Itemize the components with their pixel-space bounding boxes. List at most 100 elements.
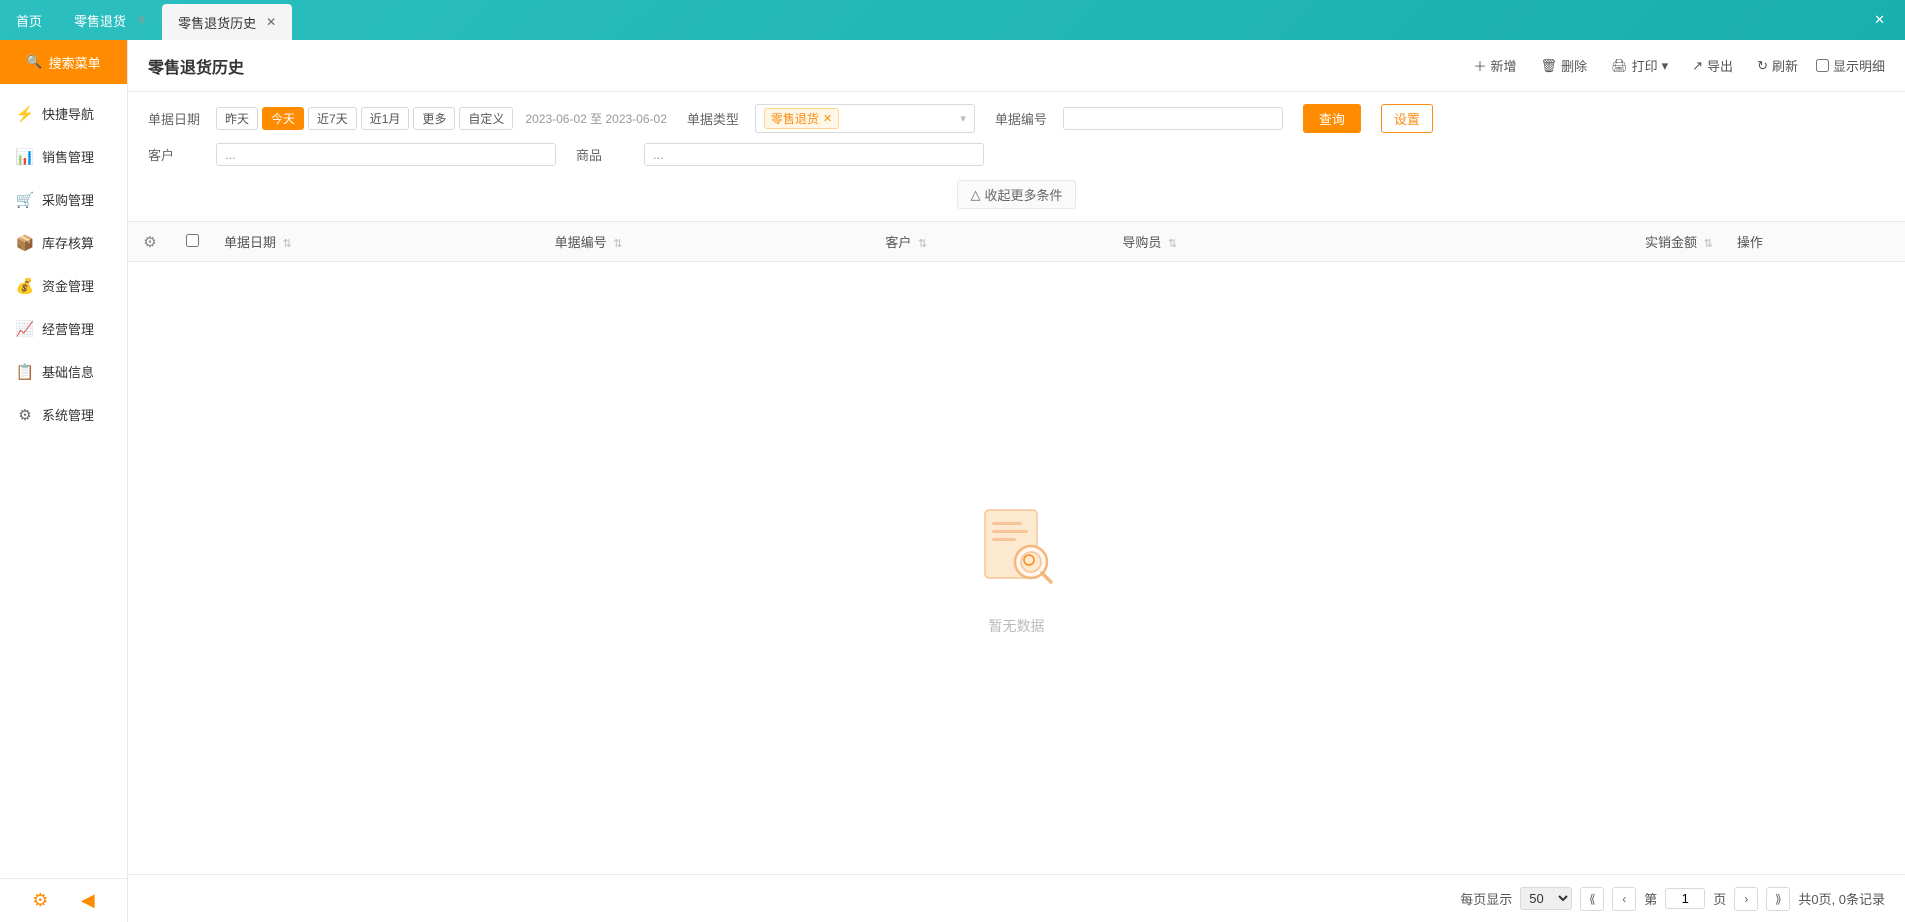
th-settings: ⚙ xyxy=(128,222,172,262)
sidebar: 🔍 搜索菜单 ⚡ 快捷导航 📊 销售管理 🛒 采购管理 📦 库存核算 💰 xyxy=(0,40,128,922)
last-page-btn[interactable]: ⟫ xyxy=(1766,887,1790,911)
date-range-display: 2023-06-02 至 2023-06-02 xyxy=(525,110,666,127)
search-icon: 🔍 xyxy=(26,54,42,70)
sidebar-nav: ⚡ 快捷导航 📊 销售管理 🛒 采购管理 📦 库存核算 💰 资金管理 📈 xyxy=(0,84,127,878)
number-filter-input[interactable] xyxy=(1063,107,1283,130)
sidebar-item-purchase-mgmt[interactable]: 🛒 采购管理 xyxy=(0,178,127,221)
search-menu-btn[interactable]: 🔍 搜索菜单 xyxy=(0,40,127,84)
sidebar-item-quick-nav[interactable]: ⚡ 快捷导航 xyxy=(0,92,127,135)
date-last1m-btn[interactable]: 近1月 xyxy=(361,107,410,130)
empty-state: 暂无数据 xyxy=(128,262,1905,874)
tab-retail-return[interactable]: 零售退货 ✕ xyxy=(58,0,162,40)
number-filter-label: 单据编号 xyxy=(995,109,1055,128)
goods-filter-group: 商品 ... xyxy=(576,143,984,166)
close-retail-return-tab[interactable]: ✕ xyxy=(136,13,146,27)
date-last7-btn[interactable]: 近7天 xyxy=(308,107,357,130)
table-area: ⚙ 单据日期 ⇅ 单据编号 ⇅ xyxy=(128,222,1905,874)
prev-page-btn[interactable]: ‹ xyxy=(1612,887,1636,911)
window-close-btn[interactable]: ✕ xyxy=(1874,12,1885,28)
page-title: 零售退货历史 xyxy=(148,54,244,78)
header-actions: ＋ 新增 🗑 删除 🖨 打印 ▾ ↗ 导出 ↻ 刷新 xyxy=(1468,52,1885,79)
th-number: 单据编号 ⇅ xyxy=(543,222,874,262)
type-select-arrow: ▾ xyxy=(960,112,966,125)
th-checkbox xyxy=(172,222,212,262)
customer-select[interactable]: ... xyxy=(216,143,556,166)
collapse-sidebar-icon[interactable]: ◀ xyxy=(81,890,95,911)
type-filter-label: 单据类型 xyxy=(687,109,747,128)
sort-number-icon[interactable]: ⇅ xyxy=(613,238,622,250)
date-yesterday-btn[interactable]: 昨天 xyxy=(216,107,258,130)
filter-area: 单据日期 昨天 今天 近7天 近1月 更多 自定义 2023-06-02 至 2… xyxy=(128,92,1905,222)
type-tag: 零售退货 ✕ xyxy=(764,108,839,129)
print-btn[interactable]: 🖨 打印 ▾ xyxy=(1605,52,1674,79)
sidebar-item-inventory[interactable]: 📦 库存核算 xyxy=(0,221,127,264)
sidebar-item-finance[interactable]: 💰 资金管理 xyxy=(0,264,127,307)
delete-btn[interactable]: 🗑 删除 xyxy=(1535,52,1594,79)
filter-row-2: 客户 ... 商品 ... xyxy=(148,143,1885,166)
sidebar-bottom: ⚙ ◀ xyxy=(0,878,127,922)
column-settings-icon[interactable]: ⚙ xyxy=(143,234,156,251)
export-btn[interactable]: ↗ 导出 xyxy=(1686,52,1739,79)
content-area: 零售退货历史 ＋ 新增 🗑 删除 🖨 打印 ▾ ↗ 导出 xyxy=(128,40,1905,922)
total-info: 共0页, 0条记录 xyxy=(1798,889,1885,908)
customer-filter-label: 客户 xyxy=(148,145,208,164)
base-info-icon: 📋 xyxy=(16,363,34,381)
goods-select[interactable]: ... xyxy=(644,143,984,166)
th-customer: 客户 ⇅ xyxy=(873,222,1110,262)
date-filter-group: 单据日期 昨天 今天 近7天 近1月 更多 自定义 2023-06-02 至 2… xyxy=(148,107,667,130)
select-all-checkbox[interactable] xyxy=(186,234,199,247)
th-guide: 导购员 ⇅ xyxy=(1110,222,1394,262)
sidebar-item-base-info[interactable]: 📋 基础信息 xyxy=(0,350,127,393)
delete-icon: 🗑 xyxy=(1541,58,1558,74)
customer-filter-group: 客户 ... xyxy=(148,143,556,166)
tab-retail-return-history[interactable]: 零售退货历史 ✕ xyxy=(162,4,292,40)
sort-date-icon[interactable]: ⇅ xyxy=(283,238,292,250)
detail-checkbox-input[interactable] xyxy=(1816,59,1829,72)
type-filter-group: 单据类型 零售退货 ✕ ▾ xyxy=(687,104,975,133)
type-tag-close[interactable]: ✕ xyxy=(823,112,832,125)
settings-btn[interactable]: 设置 xyxy=(1381,104,1433,133)
top-bar: 首页 零售退货 ✕ 零售退货历史 ✕ ✕ xyxy=(0,0,1905,40)
date-custom-btn[interactable]: 自定义 xyxy=(459,107,513,130)
empty-text: 暂无数据 xyxy=(989,616,1045,636)
settings-bottom-icon[interactable]: ⚙ xyxy=(32,890,48,911)
type-select[interactable]: 零售退货 ✕ ▾ xyxy=(755,104,975,133)
filter-row-1: 单据日期 昨天 今天 近7天 近1月 更多 自定义 2023-06-02 至 2… xyxy=(148,104,1885,133)
new-btn[interactable]: ＋ 新增 xyxy=(1468,52,1523,79)
th-actions: 操作 xyxy=(1725,222,1905,262)
sidebar-item-sales-mgmt[interactable]: 📊 销售管理 xyxy=(0,135,127,178)
refresh-btn[interactable]: ↻ 刷新 xyxy=(1751,52,1804,79)
table-header-row: ⚙ 单据日期 ⇅ 单据编号 ⇅ xyxy=(128,222,1905,262)
goods-filter-label: 商品 xyxy=(576,145,636,164)
query-btn[interactable]: 查询 xyxy=(1303,104,1361,133)
data-table: ⚙ 单据日期 ⇅ 单据编号 ⇅ xyxy=(128,222,1905,262)
page-header: 零售退货历史 ＋ 新增 🗑 删除 🖨 打印 ▾ ↗ 导出 xyxy=(128,40,1905,92)
th-date: 单据日期 ⇅ xyxy=(212,222,543,262)
sales-mgmt-icon: 📊 xyxy=(16,148,34,166)
sidebar-item-sys-mgmt[interactable]: ⚙ 系统管理 xyxy=(0,393,127,436)
date-filter-label: 单据日期 xyxy=(148,109,208,128)
main-layout: 🔍 搜索菜单 ⚡ 快捷导航 📊 销售管理 🛒 采购管理 📦 库存核算 💰 xyxy=(0,40,1905,922)
sort-amount-icon[interactable]: ⇅ xyxy=(1704,238,1713,250)
close-retail-return-history-tab[interactable]: ✕ xyxy=(266,15,276,29)
next-page-btn[interactable]: › xyxy=(1734,887,1758,911)
sys-mgmt-icon: ⚙ xyxy=(16,406,34,424)
ops-mgmt-icon: 📈 xyxy=(16,320,34,338)
tab-home[interactable]: 首页 xyxy=(0,0,58,40)
sidebar-item-ops-mgmt[interactable]: 📈 经营管理 xyxy=(0,307,127,350)
purchase-mgmt-icon: 🛒 xyxy=(16,191,34,209)
empty-illustration xyxy=(967,500,1067,600)
show-detail-checkbox[interactable]: 显示明细 xyxy=(1816,56,1885,75)
date-btn-group: 昨天 今天 近7天 近1月 更多 自定义 xyxy=(216,107,513,130)
quick-nav-icon: ⚡ xyxy=(16,105,34,123)
date-today-btn[interactable]: 今天 xyxy=(262,107,304,130)
page-number-input[interactable] xyxy=(1665,888,1705,909)
first-page-btn[interactable]: ⟪ xyxy=(1580,887,1604,911)
date-more-btn[interactable]: 更多 xyxy=(413,107,455,130)
sort-customer-icon[interactable]: ⇅ xyxy=(918,238,927,250)
collapse-icon: △ xyxy=(970,187,980,203)
sort-guide-icon[interactable]: ⇅ xyxy=(1168,238,1177,250)
print-icon: 🖨 xyxy=(1611,58,1628,74)
collapse-more-conditions-btn[interactable]: △ 收起更多条件 xyxy=(957,180,1075,209)
page-size-select[interactable]: 50 10 20 100 xyxy=(1520,887,1572,910)
